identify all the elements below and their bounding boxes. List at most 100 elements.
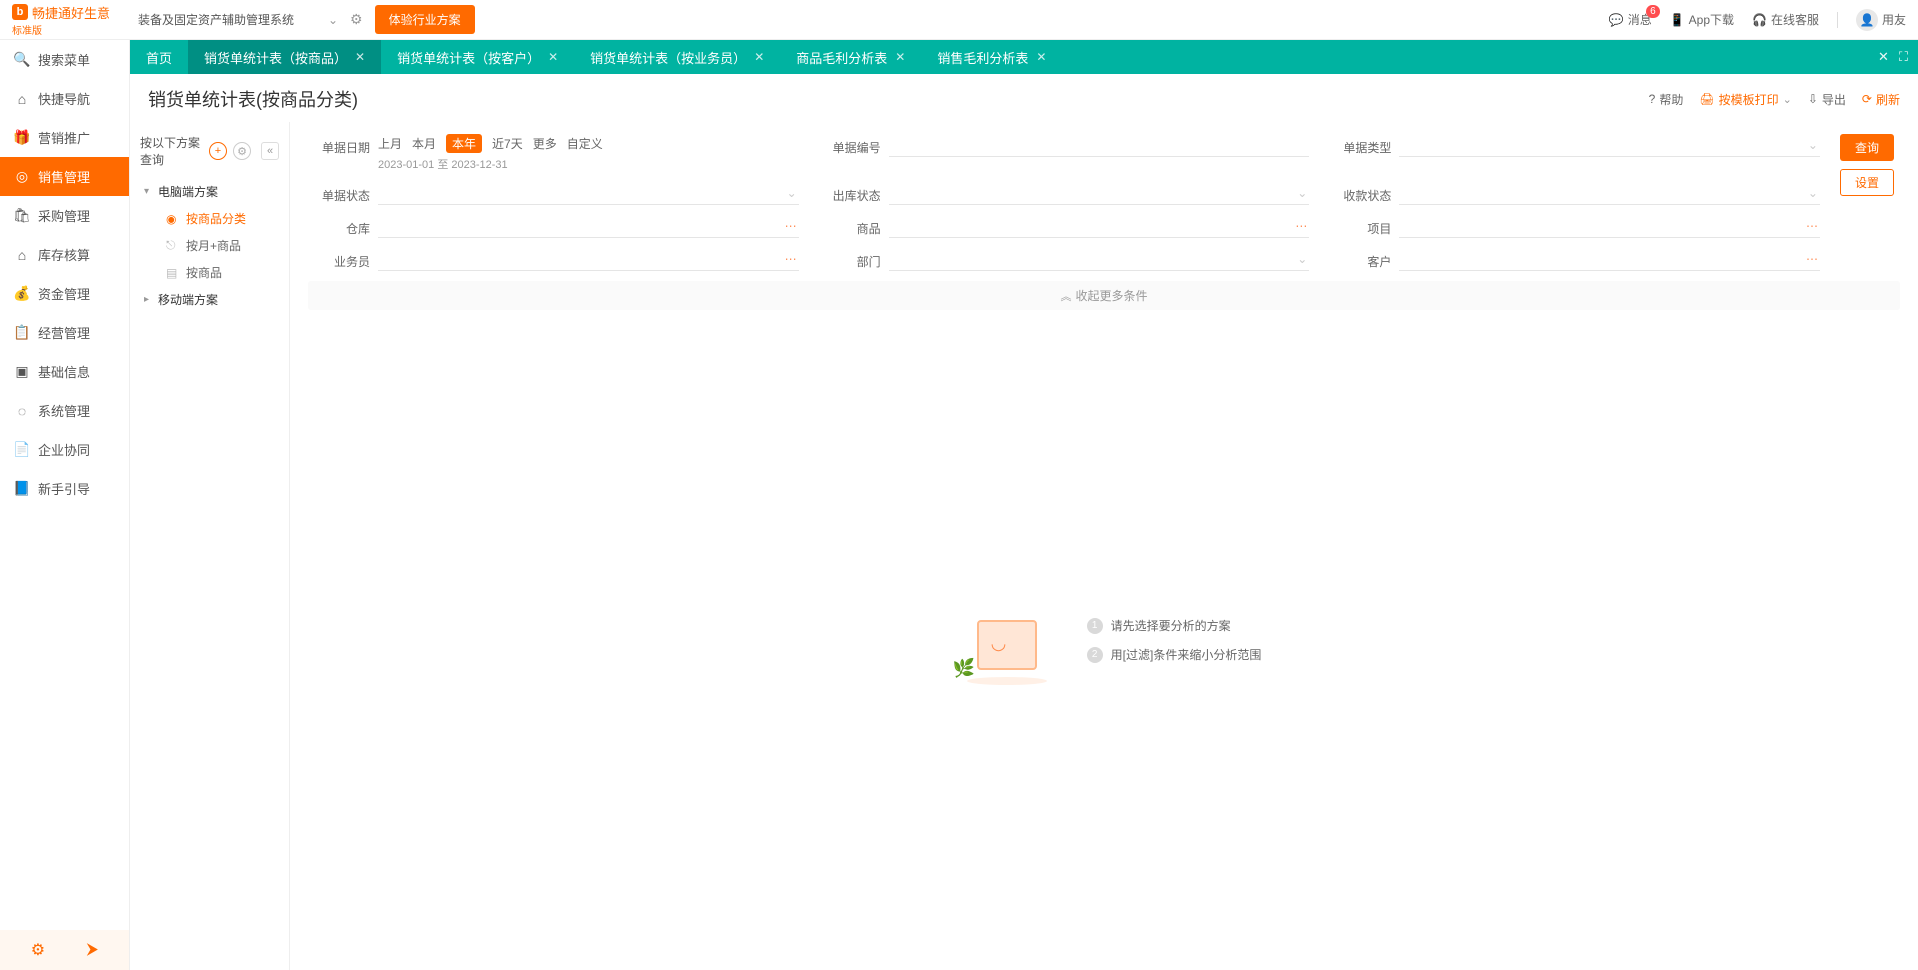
collapse-filters-button[interactable]: 收起更多条件: [308, 281, 1900, 310]
footer-settings-icon[interactable]: ⚙: [31, 940, 45, 960]
system-selector[interactable]: 装备及固定资产辅助管理系统 ⌄: [138, 11, 338, 28]
sidebar-footer: ⚙ ⮞: [0, 930, 129, 970]
chevron-down-icon: ⌄: [328, 13, 338, 27]
doc-no-input[interactable]: [889, 134, 1310, 157]
fullscreen-icon[interactable]: ⛶: [1899, 49, 1908, 65]
filter-settings-button[interactable]: 设置: [1840, 169, 1894, 196]
date-quick-thismonth[interactable]: 本月: [412, 135, 436, 152]
close-icon[interactable]: ✕: [548, 50, 558, 64]
search-icon: 🔍: [14, 51, 30, 68]
sidebar-item-inventory[interactable]: ⌂库存核算: [0, 235, 129, 274]
tab-sales-by-customer[interactable]: 销货单统计表（按客户）✕: [381, 40, 574, 74]
footer-collapse-icon[interactable]: ⮞: [87, 941, 99, 959]
phone-icon: 📱: [1670, 13, 1685, 27]
sidebar-item-base[interactable]: ▣基础信息: [0, 352, 129, 391]
sidebar-item-marketing[interactable]: 🎁营销推广: [0, 118, 129, 157]
field-project: 项目 ⋯: [1329, 215, 1820, 238]
messages-badge: 6: [1646, 5, 1660, 18]
empty-illustration: ◡ 🌿: [947, 595, 1057, 685]
brand: b 畅捷通好生意 标准版: [12, 3, 122, 37]
tree-item-by-month-product[interactable]: ⎋按月+商品: [130, 232, 289, 259]
doc-status-select[interactable]: [378, 182, 799, 205]
product-input[interactable]: [889, 215, 1310, 238]
export-button[interactable]: ⇩导出: [1808, 91, 1846, 108]
sidebar-item-biz[interactable]: 📋经营管理: [0, 313, 129, 352]
scheme-header: 按以下方案查询: [140, 134, 203, 168]
close-icon[interactable]: ✕: [754, 50, 764, 64]
customer-service-button[interactable]: 🎧 在线客服: [1752, 11, 1819, 28]
tree-item-by-product[interactable]: ▤按商品: [130, 259, 289, 286]
messages-button[interactable]: 💬 消息 6: [1609, 11, 1652, 28]
scheme-settings-button[interactable]: ⚙: [233, 142, 251, 160]
empty-step-2: 2用[过滤]条件来缩小分析范围: [1087, 646, 1262, 663]
doc-type-select[interactable]: [1399, 134, 1820, 157]
tab-home[interactable]: 首页: [130, 40, 188, 74]
refresh-button[interactable]: ⟳刷新: [1862, 91, 1900, 108]
refresh-icon: ⟳: [1862, 92, 1872, 106]
search-button[interactable]: 查询: [1840, 134, 1894, 161]
money-icon: 💰: [14, 285, 30, 302]
date-quick-custom[interactable]: 自定义: [567, 135, 603, 152]
settings-gear-icon[interactable]: ⚙: [350, 11, 363, 28]
app-download-button[interactable]: 📱 App下载: [1670, 11, 1734, 28]
warehouse-input[interactable]: [378, 215, 799, 238]
sidebar-item-system[interactable]: ◌系统管理: [0, 391, 129, 430]
tab-sales-by-product[interactable]: 销货单统计表（按商品）✕: [188, 40, 381, 74]
tree-group-mobile[interactable]: ▸移动端方案: [130, 286, 289, 313]
tab-sales-by-salesperson[interactable]: 销货单统计表（按业务员）✕: [574, 40, 780, 74]
page-title: 销货单统计表(按商品分类): [148, 86, 358, 112]
field-department: 部门 ⌄: [819, 248, 1310, 271]
field-recv-status: 收款状态 ⌄: [1329, 182, 1820, 205]
salesperson-input[interactable]: [378, 248, 799, 271]
sidebar-item-guide[interactable]: 📘新手引导: [0, 469, 129, 508]
gift-icon: 🎁: [14, 129, 30, 146]
sidebar-item-collab[interactable]: 📄企业协同: [0, 430, 129, 469]
tab-sales-margin[interactable]: 销售毛利分析表✕: [921, 40, 1062, 74]
message-icon: 💬: [1609, 13, 1624, 27]
chart-icon: ⎋: [166, 238, 180, 253]
collapse-panel-button[interactable]: «: [261, 142, 279, 160]
sidebar-item-purchase[interactable]: 🛍采购管理: [0, 196, 129, 235]
add-scheme-button[interactable]: +: [209, 142, 227, 160]
customer-input[interactable]: [1399, 248, 1820, 271]
close-icon[interactable]: ✕: [895, 50, 905, 64]
sidebar-item-sales[interactable]: ◎销售管理: [0, 157, 129, 196]
field-out-status: 出库状态 ⌄: [819, 182, 1310, 205]
recv-status-select[interactable]: [1399, 182, 1820, 205]
close-icon[interactable]: ✕: [355, 50, 365, 64]
project-input[interactable]: [1399, 215, 1820, 238]
date-quick-more[interactable]: 更多: [533, 135, 557, 152]
print-button[interactable]: 🖨按模板打印⌄: [1699, 91, 1791, 108]
tree-group-desktop[interactable]: ▾电脑端方案: [130, 178, 289, 205]
sidebar-item-search[interactable]: 🔍搜索菜单: [0, 40, 129, 79]
chevron-down-icon: ⌄: [1783, 93, 1792, 106]
user-menu[interactable]: 👤 用友: [1856, 9, 1906, 31]
date-quick-thisyear[interactable]: 本年: [446, 134, 482, 153]
list-icon: ▤: [166, 266, 180, 280]
industry-plan-button[interactable]: 体验行业方案: [375, 5, 475, 34]
brand-logo-icon: b: [12, 4, 28, 20]
avatar-icon: 👤: [1856, 9, 1878, 31]
tab-product-margin[interactable]: 商品毛利分析表✕: [780, 40, 921, 74]
sidebar-item-funds[interactable]: 💰资金管理: [0, 274, 129, 313]
target-icon: ◉: [166, 212, 180, 226]
book-icon: 📘: [14, 480, 30, 497]
gear-icon: ◌: [14, 403, 30, 419]
tree-item-by-category[interactable]: ◉按商品分类: [130, 205, 289, 232]
close-all-tabs-icon[interactable]: ✕: [1878, 49, 1889, 65]
date-quick-7days[interactable]: 近7天: [492, 135, 523, 152]
bag-icon: 🛍: [14, 207, 30, 224]
department-select[interactable]: [889, 248, 1310, 271]
field-customer: 客户 ⋯: [1329, 248, 1820, 271]
sidebar-item-quick[interactable]: ⌂快捷导航: [0, 79, 129, 118]
target-icon: ◎: [14, 168, 30, 185]
print-icon: 🖨: [1699, 92, 1714, 106]
grid-icon: ▣: [14, 363, 30, 380]
export-icon: ⇩: [1808, 92, 1818, 106]
sidebar: 🔍搜索菜单 ⌂快捷导航 🎁营销推广 ◎销售管理 🛍采购管理 ⌂库存核算 💰资金管…: [0, 40, 130, 970]
date-quick-lastmonth[interactable]: 上月: [378, 135, 402, 152]
help-button[interactable]: ?帮助: [1649, 91, 1684, 108]
page-header: 销货单统计表(按商品分类) ?帮助 🖨按模板打印⌄ ⇩导出 ⟳刷新: [130, 74, 1918, 122]
close-icon[interactable]: ✕: [1036, 50, 1046, 64]
out-status-select[interactable]: [889, 182, 1310, 205]
